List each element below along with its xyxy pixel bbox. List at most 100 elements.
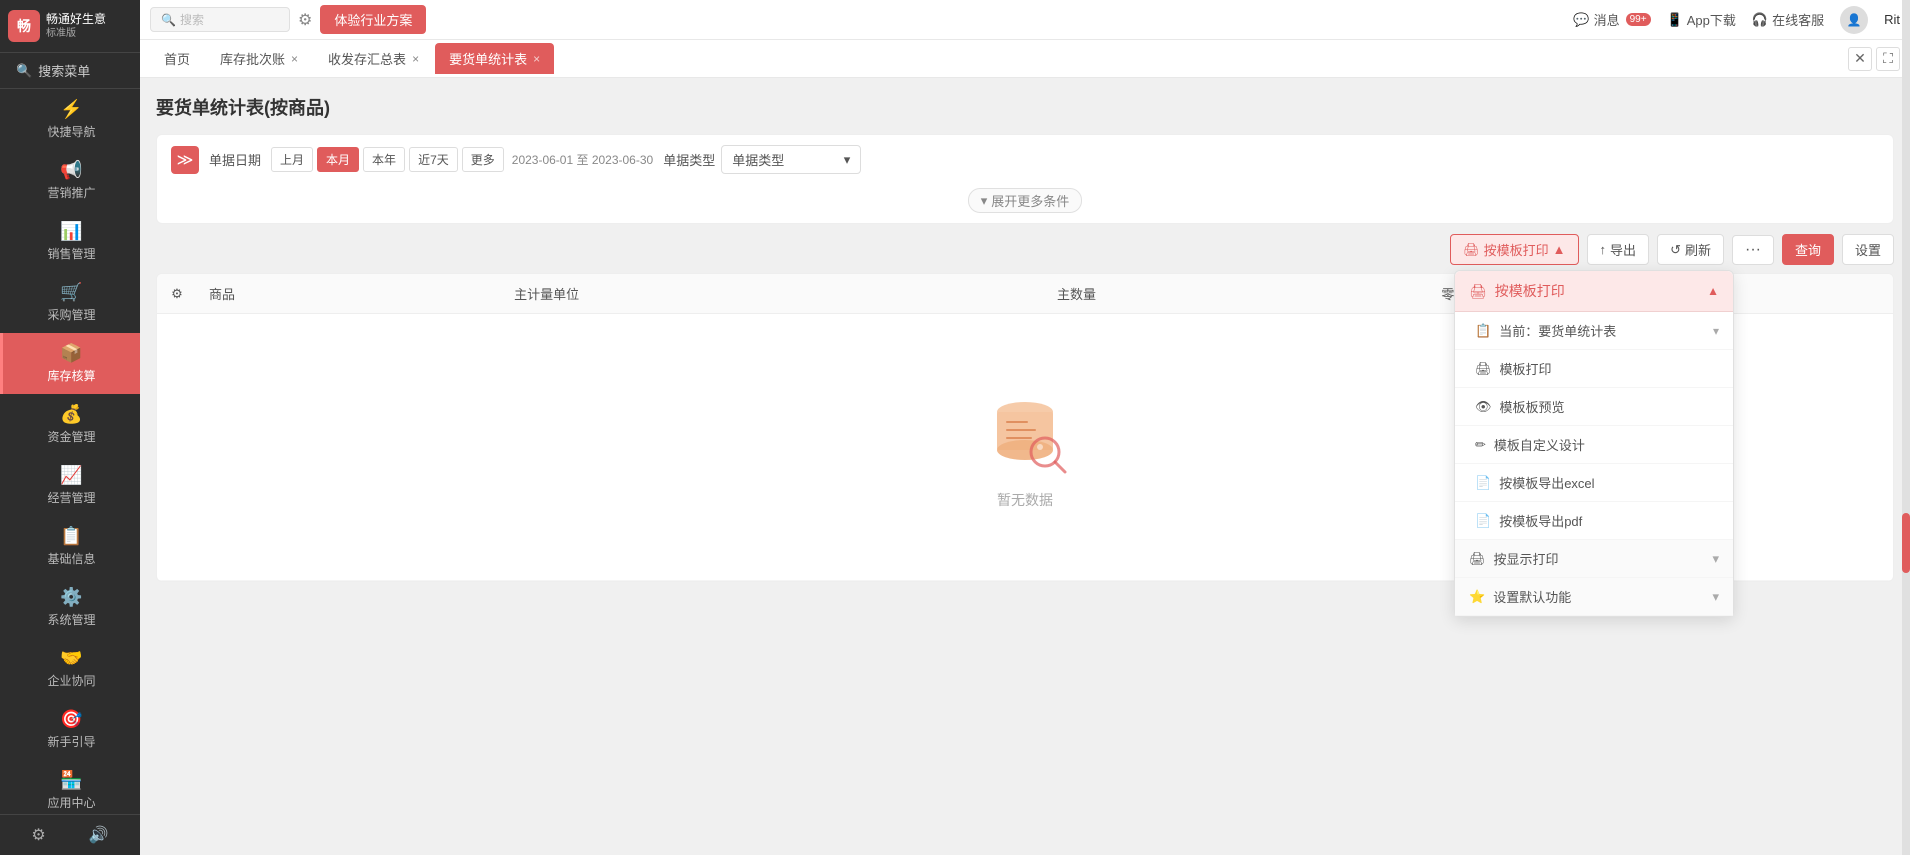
export-button[interactable]: ↑ 导出 (1587, 234, 1650, 265)
more-dots-icon: ··· (1745, 241, 1761, 259)
sidebar-item-appstore[interactable]: 🏪 应用中心 (0, 760, 140, 814)
print-chevron-up-icon: ▲ (1553, 242, 1566, 257)
quick-nav-icon: ⚡ (60, 99, 82, 120)
print-item-export-pdf[interactable]: 📄 按模板导出pdf (1455, 502, 1733, 540)
template-design-label: 模板自定义设计 (1494, 435, 1585, 454)
date-filter-btn-近7天[interactable]: 近7天 (409, 147, 458, 172)
print-item-template-design[interactable]: ✏ 模板自定义设计 (1455, 426, 1733, 464)
page-content: 要货单统计表(按商品) ≫ 单据日期 上月本月本年近7天更多2023-06-01… (140, 78, 1910, 855)
marketing-label: 营销推广 (47, 184, 95, 201)
export-excel-label: 按模板导出excel (1499, 473, 1594, 492)
sidebar-item-operations[interactable]: 📈 经营管理 (0, 455, 140, 516)
tab-home[interactable]: 首页 (150, 43, 204, 74)
inventory-label: 库存核算 (47, 367, 95, 384)
basic-label: 基础信息 (47, 550, 95, 567)
sound-footer-icon[interactable]: 🔊 (89, 825, 109, 845)
refresh-button[interactable]: ↺ 刷新 (1657, 234, 1724, 265)
date-filter-btn-本月[interactable]: 本月 (317, 147, 359, 172)
finance-icon: 💰 (60, 404, 82, 425)
print-item-template-preview[interactable]: 👁 模板板预览 (1455, 388, 1733, 426)
tab-close-order-stats[interactable]: × (533, 52, 540, 66)
template-print-icon: 🖨 (1475, 361, 1492, 377)
sidebar-item-guide[interactable]: 🎯 新手引导 (0, 699, 140, 760)
print-section-display-print[interactable]: 🖨 按显示打印 ▾ (1455, 540, 1733, 578)
sidebar-item-purchase[interactable]: 🛒 采购管理 (0, 272, 140, 333)
sidebar-item-inventory[interactable]: 📦 库存核算 (0, 333, 140, 394)
sidebar-nav: ⚡ 快捷导航 📢 营销推广 📊 销售管理 🛒 采购管理 📦 库存核算 💰 资金管… (0, 89, 140, 814)
sidebar-item-finance[interactable]: 💰 资金管理 (0, 394, 140, 455)
messages-badge: 99+ (1626, 13, 1651, 26)
action-bar: 🖨 按模板打印 ▲ ↑ 导出 ↺ 刷新 ··· 查询 设置 🖨 (156, 234, 1894, 265)
maximize-window-button[interactable]: ⛶ (1876, 47, 1900, 71)
query-button[interactable]: 查询 (1782, 234, 1834, 265)
tab-label-receipt-summary: 收发存汇总表 (328, 49, 406, 68)
marketing-icon: 📢 (60, 160, 82, 181)
logo-icon: 畅 (8, 10, 40, 42)
settings-button[interactable]: 设置 (1842, 234, 1894, 265)
sidebar-item-basic[interactable]: 📋 基础信息 (0, 516, 140, 577)
topbar-search[interactable]: 🔍 搜索 (150, 7, 290, 32)
select-chevron-icon: ▾ (844, 152, 851, 168)
set-default-icon: ⭐ (1469, 589, 1485, 605)
empty-text: 暂无数据 (997, 490, 1053, 510)
sidebar-item-sales[interactable]: 📊 销售管理 (0, 211, 140, 272)
tab-close-batch-account[interactable]: × (291, 52, 298, 66)
expand-icon: ▾ (981, 193, 988, 209)
tab-batch-account[interactable]: 库存批次账 × (206, 43, 312, 74)
expand-more-button[interactable]: ▾ 展开更多条件 (968, 188, 1083, 213)
tab-close-receipt-summary[interactable]: × (412, 52, 419, 66)
display-print-label: 按显示打印 (1494, 549, 1559, 568)
print-item-export-excel[interactable]: 📄 按模板导出excel (1455, 464, 1733, 502)
print-item-template-print[interactable]: 🖨 模板打印 (1455, 350, 1733, 388)
collab-label: 企业协同 (47, 672, 95, 689)
print-section-set-default[interactable]: ⭐ 设置默认功能 ▾ (1455, 578, 1733, 616)
date-filter-btn-本年[interactable]: 本年 (363, 147, 405, 172)
template-preview-icon: 👁 (1475, 399, 1492, 415)
tab-label-batch-account: 库存批次账 (220, 49, 285, 68)
right-scrollbar[interactable] (1902, 0, 1910, 855)
table-header-settings[interactable]: ⚙ (157, 274, 197, 314)
table-header-quantity: 主数量 (1045, 274, 1429, 314)
print-dropdown-close[interactable]: ▲ (1707, 284, 1719, 298)
appstore-label: 应用中心 (47, 794, 95, 811)
more-actions-button[interactable]: ··· (1732, 235, 1774, 265)
operations-icon: 📈 (60, 465, 82, 486)
minimize-window-button[interactable]: ✕ (1848, 47, 1872, 71)
set-default-label: 设置默认功能 (1493, 587, 1571, 606)
filter-toggle-button[interactable]: ≫ (171, 146, 199, 174)
app-download-button[interactable]: 📱 App下载 (1667, 10, 1736, 29)
sidebar-search[interactable]: 🔍 搜索菜单 (0, 53, 140, 89)
table-header-unit: 主计量单位 (502, 274, 1045, 314)
date-filter-btn-上月[interactable]: 上月 (271, 147, 313, 172)
tab-receipt-summary[interactable]: 收发存汇总表 × (314, 43, 433, 74)
template-design-icon: ✏ (1475, 437, 1486, 453)
sidebar-item-collab[interactable]: 🤝 企业协同 (0, 638, 140, 699)
sidebar-item-system[interactable]: ⚙️ 系统管理 (0, 577, 140, 638)
search-icon: 🔍 (16, 63, 32, 79)
tab-order-stats[interactable]: 要货单统计表× (435, 43, 554, 74)
user-avatar[interactable]: 👤 (1840, 6, 1868, 34)
current-template-item[interactable]: 📋 当前：要货单统计表 ▾ (1455, 312, 1733, 350)
order-type-select[interactable]: 单据类型 ▾ (721, 145, 861, 174)
promo-button[interactable]: 体验行业方案 (320, 5, 426, 34)
current-template-arrow-icon: ▾ (1713, 324, 1719, 338)
sidebar-item-quick-nav[interactable]: ⚡ 快捷导航 (0, 89, 140, 150)
tab-label-home: 首页 (164, 49, 190, 68)
sidebar-footer: ⚙ 🔊 (0, 814, 140, 855)
messages-button[interactable]: 💬 消息 99+ (1573, 10, 1650, 29)
table-header-product: 商品 (197, 274, 502, 314)
print-header-icon: 🖨 (1469, 283, 1487, 300)
purchase-icon: 🛒 (60, 282, 82, 303)
settings-footer-icon[interactable]: ⚙ (31, 825, 45, 845)
order-type-label: 单据类型 (663, 150, 715, 169)
online-service-button[interactable]: 🎧 在线客服 (1752, 10, 1824, 29)
print-template-button[interactable]: 🖨 按模板打印 ▲ (1450, 234, 1578, 265)
sidebar-item-marketing[interactable]: 📢 营销推广 (0, 150, 140, 211)
appstore-icon: 🏪 (60, 770, 82, 791)
scrollbar-thumb[interactable] (1902, 513, 1910, 573)
date-filter-btn-更多[interactable]: 更多 (462, 147, 504, 172)
topbar-search-icon: 🔍 (161, 13, 176, 27)
topbar-gear-icon[interactable]: ⚙ (298, 10, 312, 30)
template-preview-label: 模板板预览 (1500, 397, 1565, 416)
system-label: 系统管理 (47, 611, 95, 628)
